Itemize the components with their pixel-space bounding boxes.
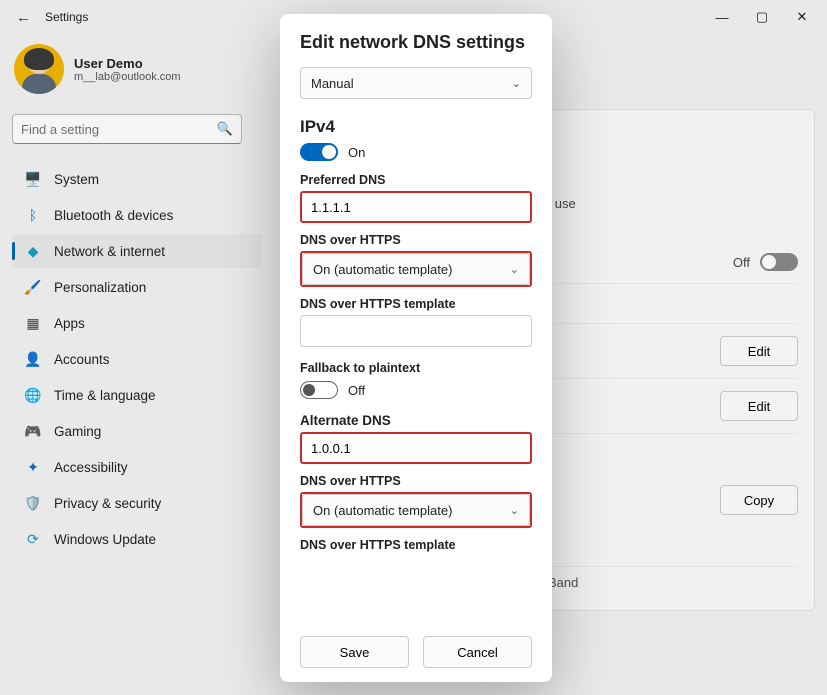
- ipv4-toggle[interactable]: [300, 143, 338, 161]
- preferred-dns-input[interactable]: [300, 191, 532, 223]
- label: DNS over HTTPS template: [300, 297, 532, 311]
- chevron-down-icon: ⌄: [510, 263, 519, 276]
- doh-select[interactable]: On (automatic template) ⌄: [302, 253, 530, 285]
- label: Preferred DNS: [300, 173, 532, 187]
- toggle-label: On: [348, 145, 365, 160]
- save-button[interactable]: Save: [300, 636, 409, 668]
- doh-template-input[interactable]: [300, 315, 532, 347]
- label: DNS over HTTPS: [300, 233, 532, 247]
- chevron-down-icon: ⌄: [512, 77, 521, 90]
- fallback-toggle[interactable]: [300, 381, 338, 399]
- cancel-button[interactable]: Cancel: [423, 636, 532, 668]
- alternate-dns-input[interactable]: [300, 432, 532, 464]
- doh2-select[interactable]: On (automatic template) ⌄: [302, 494, 530, 526]
- label: DNS over HTTPS template: [300, 538, 532, 552]
- select-value: Manual: [311, 76, 354, 91]
- chevron-down-icon: ⌄: [510, 504, 519, 517]
- mode-select[interactable]: Manual ⌄: [300, 67, 532, 99]
- modal-title: Edit network DNS settings: [300, 32, 532, 53]
- toggle-label: Off: [348, 383, 365, 398]
- select-value: On (automatic template): [313, 262, 452, 277]
- dns-modal: Edit network DNS settings Manual ⌄ IPv4 …: [280, 14, 552, 682]
- select-value: On (automatic template): [313, 503, 452, 518]
- label: Alternate DNS: [300, 413, 532, 428]
- ipv4-heading: IPv4: [300, 117, 532, 137]
- label: DNS over HTTPS: [300, 474, 532, 488]
- label: Fallback to plaintext: [300, 361, 532, 375]
